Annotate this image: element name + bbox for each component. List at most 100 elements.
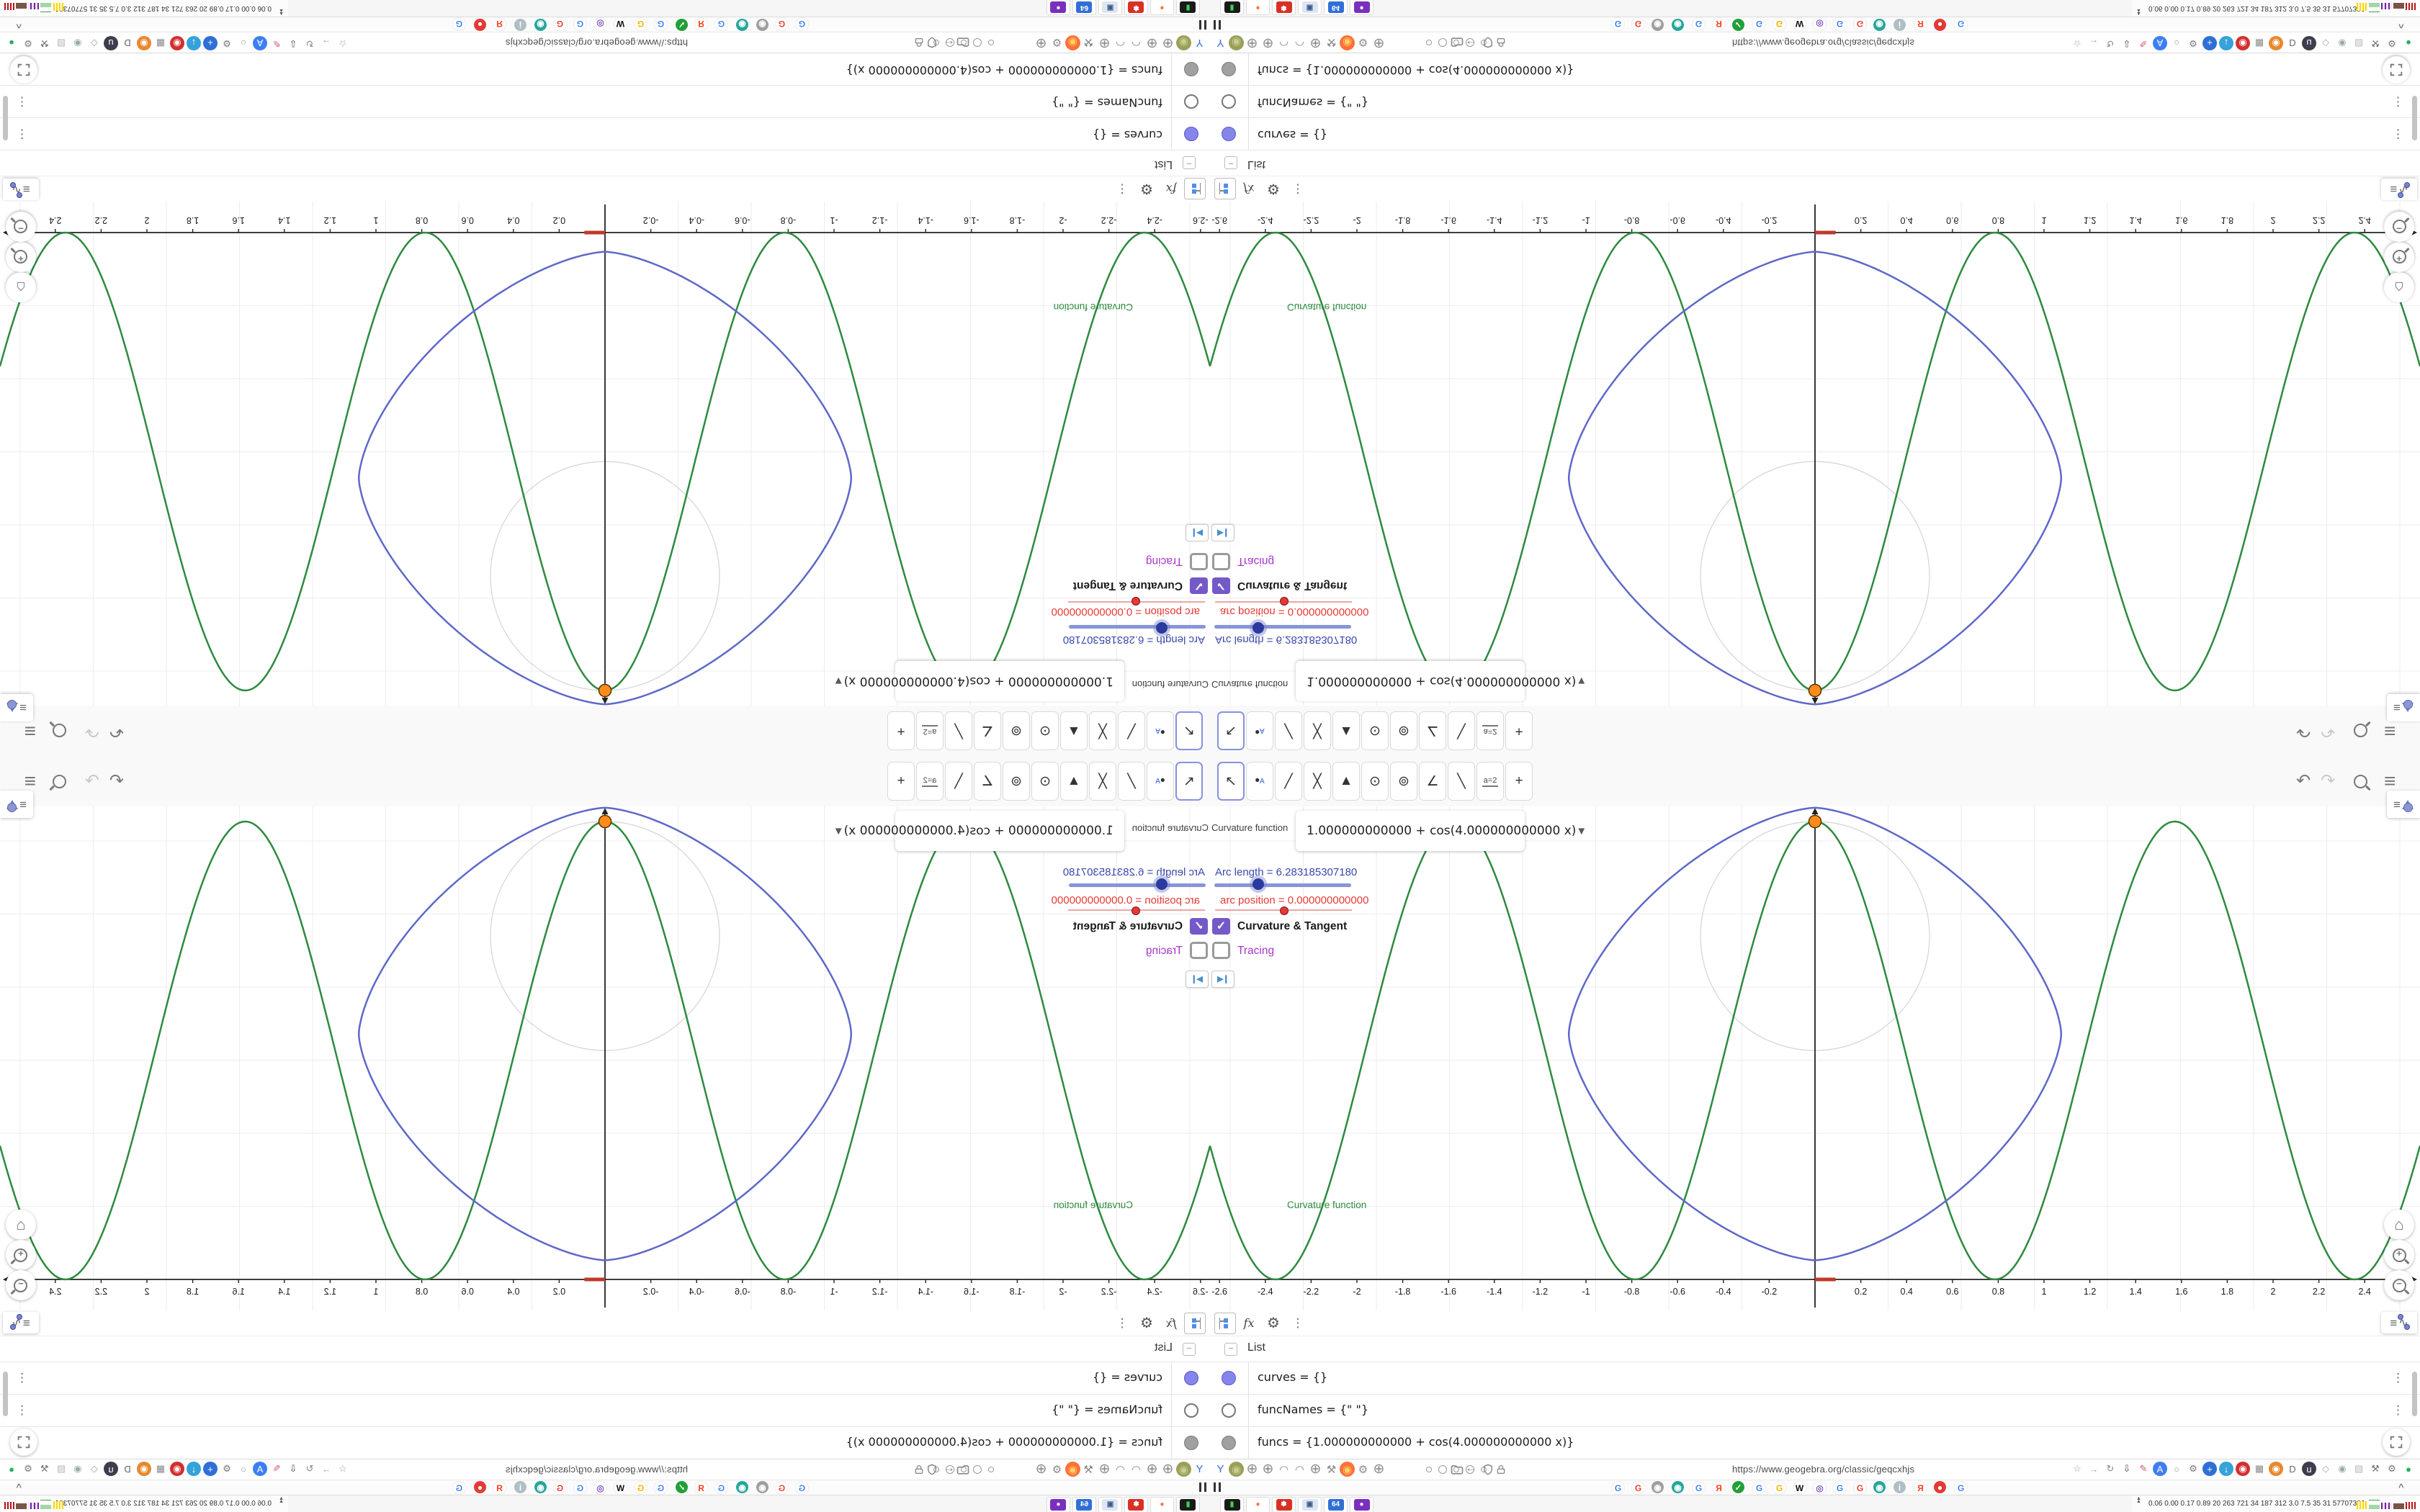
olive-extension-icon[interactable]: ◉ <box>1176 35 1191 50</box>
balloon-icon[interactable]: Y <box>1192 35 1207 50</box>
arc-icon[interactable]: ◠ <box>1292 1462 1307 1477</box>
tool-perpendicular-line[interactable]: ╳ <box>1304 762 1331 801</box>
zoom-out-button[interactable]: − <box>6 1270 36 1300</box>
arc-position-slider-thumb[interactable] <box>1131 597 1140 606</box>
pinned-tab-favicon[interactable]: G <box>1611 17 1625 31</box>
pinned-tab-favicon[interactable]: ◉ <box>756 1481 768 1493</box>
shield-icon[interactable]: ◇ <box>87 1462 102 1476</box>
pinned-tab-favicon[interactable]: G <box>1773 1481 1786 1495</box>
globe-icon[interactable]: ⊕ <box>1160 35 1175 50</box>
pinned-tab-favicon[interactable]: G <box>1611 1481 1625 1495</box>
scrollbar[interactable] <box>3 96 8 140</box>
tool-slider[interactable]: a=2 <box>916 711 944 750</box>
algebra-view-switcher[interactable]: ≡ ∿ <box>3 179 39 200</box>
pinned-tab-favicon[interactable]: ● <box>474 1481 486 1493</box>
wrench-icon[interactable]: ⚒ <box>2368 36 2383 50</box>
gear-icon[interactable]: ⚙ <box>1049 35 1065 50</box>
settings-button[interactable]: ⚙ <box>1137 179 1157 199</box>
visibility-toggle[interactable] <box>1184 94 1198 109</box>
trash-icon[interactable]: ▦ <box>153 36 168 50</box>
pinned-tab-favicon[interactable]: ◉ <box>736 1481 748 1493</box>
tool-line[interactable]: ╱ <box>1275 762 1302 801</box>
tree-view-button[interactable] <box>1184 1313 1206 1334</box>
visibility-toggle[interactable] <box>1184 1371 1198 1385</box>
algebra-row[interactable]: funcs = {1.000000000000 + cos(4.00000000… <box>0 53 1210 86</box>
tool-polygon[interactable]: ▲ <box>1060 762 1088 801</box>
balloon-icon[interactable]: Y <box>1213 1462 1228 1477</box>
floppy-64-app-icon[interactable]: 64 <box>1324 0 1348 15</box>
bookmark-star-icon[interactable]: ☆ <box>2070 36 2084 50</box>
algebra-row[interactable]: funcNames = {" "} ⋮ <box>0 85 1210 118</box>
wrench-icon[interactable]: ⚒ <box>1081 35 1096 50</box>
algebra-row[interactable]: funcNames = {" "} ⋮ <box>1210 1394 2420 1427</box>
row-menu-kebab-icon[interactable]: ⋮ <box>2392 127 2404 141</box>
tree-view-button[interactable] <box>1214 1313 1236 1334</box>
back-arrow-icon[interactable]: ← <box>943 37 955 51</box>
arc-length-slider[interactable] <box>1069 883 1206 887</box>
curvature-function-dropdown[interactable]: 1.000000000000 + cos(4.000000000000 x) ▼ <box>1296 661 1587 701</box>
tool-polygon[interactable]: ▲ <box>1060 711 1088 750</box>
globe-orange-icon[interactable]: ◉ <box>137 36 151 50</box>
pinned-tab-favicon[interactable]: ◉ <box>1672 19 1684 31</box>
arc-icon[interactable]: ◠ <box>1276 35 1291 50</box>
purple-cat-app-icon[interactable]: ● <box>1047 1497 1070 1512</box>
tool-perpendicular-line[interactable]: ╳ <box>1089 711 1116 750</box>
uo-icon[interactable]: u <box>2302 1462 2316 1476</box>
tool-move-graphics[interactable]: + <box>887 762 915 801</box>
firefox-icon[interactable]: ◉ <box>1065 1462 1080 1477</box>
algebra-row[interactable]: funcs = {1.000000000000 + cos(4.00000000… <box>0 1426 1210 1459</box>
balloon-icon[interactable]: Y <box>1213 35 1228 50</box>
pinned-tab-favicon[interactable]: Я <box>493 1481 506 1495</box>
globe-icon[interactable]: ⊕ <box>1371 35 1386 50</box>
translate-icon[interactable]: A <box>253 36 267 50</box>
algebra-view-switcher[interactable]: ≡ ∿ <box>2381 1312 2417 1333</box>
tree-view-button[interactable] <box>1184 178 1206 199</box>
scrollbar[interactable] <box>2412 1372 2417 1416</box>
download-icon[interactable]: ⇩ <box>2120 36 2134 50</box>
collapse-button[interactable]: − <box>1183 156 1196 169</box>
globe-icon[interactable]: ⊕ <box>1260 35 1276 50</box>
shield-icon[interactable] <box>1482 35 1494 50</box>
pinned-tab-favicon[interactable]: ◉ <box>534 1481 547 1493</box>
screenshot-app-icon[interactable]: ▣ <box>1098 0 1122 15</box>
visibility-toggle[interactable] <box>1222 1371 1236 1385</box>
algebra-view-switcher[interactable]: ≡ ∿ <box>2381 179 2417 200</box>
firefox-app-icon[interactable]: ● <box>1246 0 1270 15</box>
tool-point[interactable]: • A <box>1147 711 1174 750</box>
menu-icon[interactable]: ≡ <box>24 770 36 792</box>
back-arrow-icon[interactable]: ← <box>1465 1461 1477 1475</box>
puzzle-icon[interactable]: ▧ <box>2352 36 2366 50</box>
screenshot-app-icon[interactable]: ▣ <box>1298 1497 1322 1512</box>
reload-icon[interactable]: ↻ <box>302 36 317 50</box>
mouse-icon[interactable]: ○ <box>236 36 251 50</box>
undo-icon[interactable]: ↶ <box>2296 773 2311 790</box>
folder-icon[interactable] <box>955 1462 971 1477</box>
scrollbar[interactable] <box>3 1372 8 1416</box>
tool-reflect[interactable]: ╲ <box>945 711 972 750</box>
back-arrow-icon[interactable]: ← <box>1465 37 1477 51</box>
row-menu-kebab-icon[interactable]: ⋮ <box>2392 1372 2404 1384</box>
graphics-view-switcher[interactable]: ≡ <box>2387 791 2420 818</box>
brush-icon[interactable]: ✎ <box>2136 1462 2151 1476</box>
olive-extension-icon[interactable]: ◉ <box>1229 1462 1244 1477</box>
pinned-tab-favicon[interactable]: W <box>1793 1481 1806 1495</box>
terminal-app-icon[interactable]: ▮ <box>1220 0 1244 15</box>
pinned-tab-favicon[interactable]: G <box>795 17 809 31</box>
arc-icon[interactable]: ◠ <box>1113 1462 1128 1477</box>
floppy-64-app-icon[interactable]: 64 <box>1324 1497 1348 1512</box>
bookmark-star-icon[interactable]: ☆ <box>336 36 350 50</box>
graphics-view[interactable]: -2.6 -2.4 -2.2 -2 -1.8 -1.6 -1.4 -1.2 -1 -0.8 -0.6… <box>1210 806 2420 1310</box>
visibility-toggle[interactable] <box>1184 62 1198 76</box>
tool-point[interactable]: • A <box>1246 762 1273 801</box>
ice-icon[interactable]: ◉ <box>2236 36 2250 50</box>
wrench-icon[interactable]: ⚒ <box>2368 1462 2383 1476</box>
pinned-tab-favicon[interactable]: G <box>1631 17 1645 31</box>
arc-position-point[interactable] <box>598 683 612 698</box>
profile-avatar[interactable]: ● <box>4 36 19 50</box>
tool-angle[interactable]: ∠ <box>1419 762 1446 801</box>
graphics-view-switcher[interactable]: ≡ <box>2387 694 2420 721</box>
pinned-tab-favicon[interactable]: Я <box>493 17 506 31</box>
tool-ellipse[interactable]: ⊚ <box>1003 711 1030 750</box>
arc-position-slider-thumb[interactable] <box>1280 906 1289 915</box>
pinned-tab-favicon[interactable]: ◉ <box>1672 1481 1684 1493</box>
